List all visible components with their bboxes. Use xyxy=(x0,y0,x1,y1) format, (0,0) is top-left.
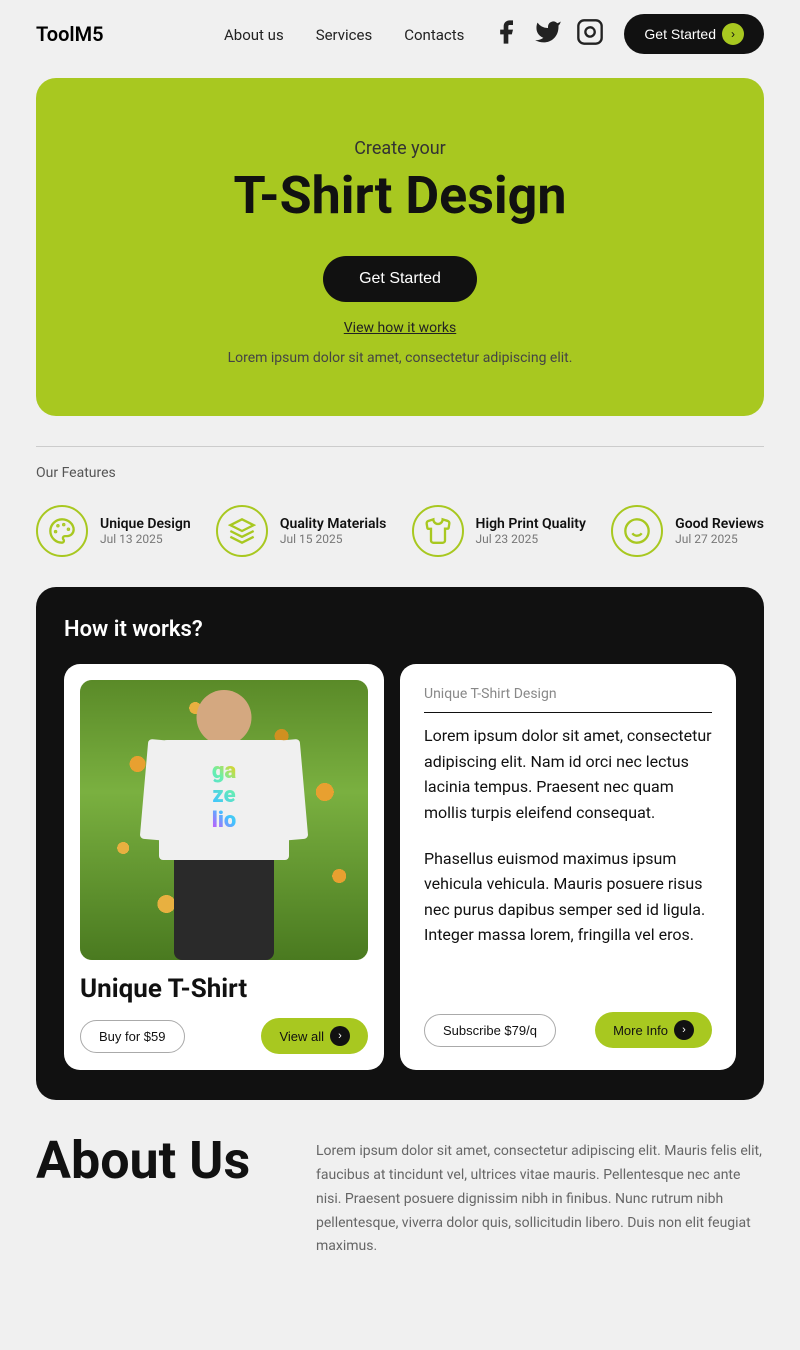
feature-good-reviews: Good Reviews Jul 27 2025 xyxy=(611,505,764,557)
arrow-right-icon: › xyxy=(330,1026,350,1046)
feature-unique-design: Unique Design Jul 13 2025 xyxy=(36,505,191,557)
about-text: Lorem ipsum dolor sit amet, consectetur … xyxy=(316,1130,764,1259)
product-title: Unique T-Shirt xyxy=(80,974,368,1004)
social-links xyxy=(492,18,604,50)
person-body: gazelio xyxy=(159,740,289,860)
shirt-graphic-text: gazelio xyxy=(212,760,236,833)
more-info-button[interactable]: More Info › xyxy=(595,1012,712,1048)
hero-section: Create your T-Shirt Design Get Started V… xyxy=(36,78,764,416)
nav-get-started-button[interactable]: Get Started › xyxy=(624,14,764,54)
arrow-right-icon-2: › xyxy=(674,1020,694,1040)
how-section: How it works? gazelio Unique T-Shirt Buy… xyxy=(36,587,764,1100)
smiley-icon xyxy=(611,505,663,557)
subscribe-button[interactable]: Subscribe $79/q xyxy=(424,1014,556,1047)
buy-button[interactable]: Buy for $59 xyxy=(80,1020,185,1053)
card-body-p1: Lorem ipsum dolor sit amet, consectetur … xyxy=(424,723,712,825)
tshirt-product-image: gazelio xyxy=(80,680,368,960)
nav-services[interactable]: Services xyxy=(316,26,373,44)
tshirt-icon xyxy=(412,505,464,557)
card-right-actions: Subscribe $79/q More Info › xyxy=(424,1012,712,1048)
features-divider xyxy=(36,446,764,447)
palette-icon xyxy=(36,505,88,557)
person-figure: gazelio xyxy=(134,690,314,960)
hero-subtitle: Create your xyxy=(76,138,724,159)
feature-good-reviews-text: Good Reviews Jul 27 2025 xyxy=(675,516,764,546)
card-left-actions: Buy for $59 View all › xyxy=(80,1018,368,1054)
twitter-icon[interactable] xyxy=(534,18,562,50)
about-section: About Us Lorem ipsum dolor sit amet, con… xyxy=(36,1130,764,1259)
how-title: How it works? xyxy=(64,617,736,642)
features-section: Our Features Unique Design Jul 13 2025 xyxy=(36,446,764,557)
hero-title: T-Shirt Design xyxy=(76,167,724,224)
view-all-button[interactable]: View all › xyxy=(261,1018,368,1054)
card-subtitle: Unique T-Shirt Design xyxy=(424,686,712,713)
navigation: ToolM5 About us Services Contacts Get St… xyxy=(0,0,800,68)
hero-get-started-button[interactable]: Get Started xyxy=(323,256,477,302)
how-card-left: gazelio Unique T-Shirt Buy for $59 View … xyxy=(64,664,384,1070)
hero-view-link[interactable]: View how it works xyxy=(76,320,724,336)
layers-icon xyxy=(216,505,268,557)
feature-high-print-text: High Print Quality Jul 23 2025 xyxy=(476,516,586,546)
card-body-text: Lorem ipsum dolor sit amet, consectetur … xyxy=(424,723,712,988)
about-title: About Us xyxy=(36,1130,256,1191)
nav-contacts[interactable]: Contacts xyxy=(404,26,464,44)
feature-unique-design-text: Unique Design Jul 13 2025 xyxy=(100,516,191,546)
how-cards: gazelio Unique T-Shirt Buy for $59 View … xyxy=(64,664,736,1070)
logo: ToolM5 xyxy=(36,22,104,46)
feature-quality-materials: Quality Materials Jul 15 2025 xyxy=(216,505,386,557)
facebook-icon[interactable] xyxy=(492,18,520,50)
nav-about[interactable]: About us xyxy=(224,26,284,44)
instagram-icon[interactable] xyxy=(576,18,604,50)
arrow-icon: › xyxy=(722,23,744,45)
how-card-right: Unique T-Shirt Design Lorem ipsum dolor … xyxy=(400,664,736,1070)
feature-quality-materials-text: Quality Materials Jul 15 2025 xyxy=(280,516,386,546)
features-title: Our Features xyxy=(36,465,764,481)
features-grid: Unique Design Jul 13 2025 Quality Materi… xyxy=(36,505,764,557)
feature-high-print: High Print Quality Jul 23 2025 xyxy=(412,505,586,557)
hero-lorem-text: Lorem ipsum dolor sit amet, consectetur … xyxy=(76,350,724,366)
person-head xyxy=(197,690,252,745)
card-body-p2: Phasellus euismod maximus ipsum vehicula… xyxy=(424,846,712,948)
person-legs xyxy=(174,860,274,960)
